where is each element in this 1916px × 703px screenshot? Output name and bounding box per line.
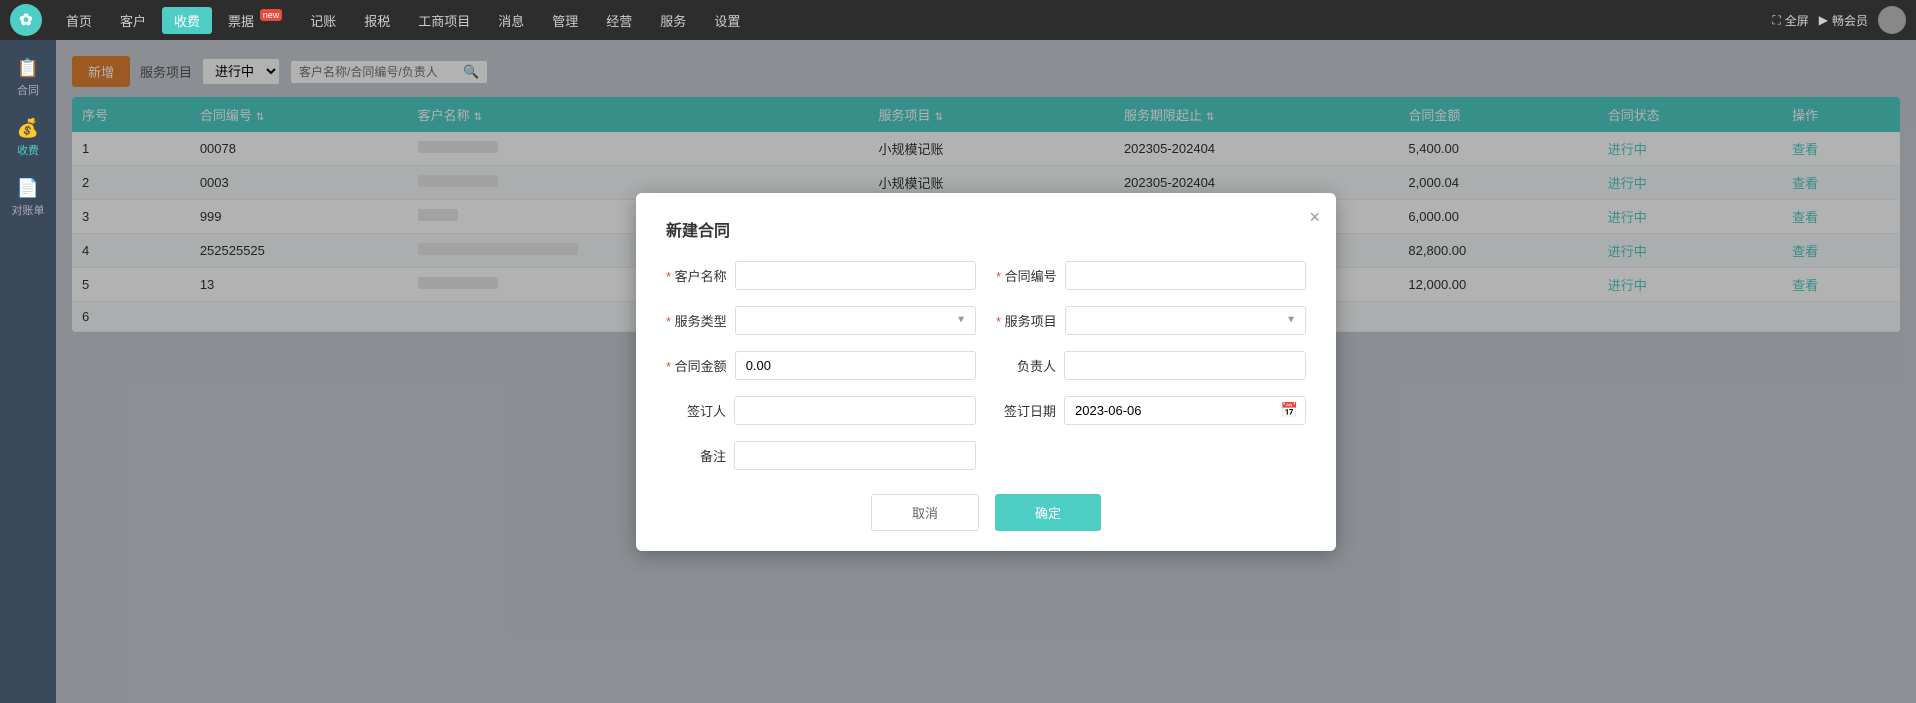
nav-operation[interactable]: 经营: [594, 7, 644, 34]
form-row-4: 签订人 签订日期 📅: [666, 396, 1306, 425]
nav-service[interactable]: 服务: [648, 7, 698, 34]
user-avatar[interactable]: [1878, 6, 1906, 34]
form-row-1: 客户名称 合同编号: [666, 261, 1306, 290]
sign-date-label: 签订日期: [996, 401, 1056, 420]
form-row-2: 服务类型 服务项目: [666, 306, 1306, 335]
nav-business[interactable]: 工商项目: [406, 7, 482, 34]
customer-name-input[interactable]: [735, 261, 976, 290]
nav-invoice[interactable]: 票据 new: [216, 7, 294, 34]
nav-fee[interactable]: 收费: [162, 7, 212, 34]
contract-icon: 📋: [17, 58, 39, 79]
form-row-3: 合同金额 负责人: [666, 351, 1306, 380]
member-button[interactable]: ▶ 畅会员: [1819, 12, 1868, 29]
nav-customer[interactable]: 客户: [108, 7, 158, 34]
nav-message[interactable]: 消息: [486, 7, 536, 34]
sidebar: 📋 合同 💰 收费 📄 对账单: [0, 40, 56, 703]
sidebar-item-fee[interactable]: 💰 收费: [2, 110, 54, 166]
field-notes: 备注: [666, 441, 976, 470]
modal-close-button[interactable]: ×: [1309, 207, 1320, 228]
field-responsible: 负责人: [996, 351, 1306, 380]
signer-input[interactable]: [734, 396, 976, 425]
form-row-5: 备注: [666, 441, 1306, 470]
nav-tax[interactable]: 报税: [352, 7, 402, 34]
sidebar-item-contract[interactable]: 📋 合同: [2, 50, 54, 106]
responsible-input[interactable]: [1064, 351, 1306, 380]
nav-bookkeeping[interactable]: 记账: [298, 7, 348, 34]
service-type-select-wrapper: [735, 306, 976, 335]
field-sign-date: 签订日期 📅: [996, 396, 1306, 425]
sign-date-wrapper: 📅: [1064, 396, 1306, 425]
field-contract-no: 合同编号: [996, 261, 1306, 290]
sidebar-item-statement[interactable]: 📄 对账单: [2, 170, 54, 226]
app-logo: ✿: [10, 4, 42, 36]
contract-no-label: 合同编号: [996, 266, 1057, 285]
contract-no-input[interactable]: [1065, 261, 1306, 290]
service-type-label: 服务类型: [666, 311, 727, 330]
calendar-icon[interactable]: 📅: [1281, 402, 1298, 419]
service-item-label: 服务项目: [996, 311, 1057, 330]
fullscreen-button[interactable]: ⛶ 全屏: [1772, 12, 1808, 29]
nav-settings[interactable]: 设置: [702, 7, 752, 34]
field-service-type: 服务类型: [666, 306, 976, 335]
modal-footer: 取消 确定: [666, 494, 1306, 531]
field-customer-name: 客户名称: [666, 261, 976, 290]
confirm-button[interactable]: 确定: [995, 494, 1101, 531]
modal-overlay: 新建合同 × 客户名称 合同编号 服务类型: [56, 40, 1916, 703]
content-area: 新增 服务项目 进行中 已完成 已终止 🔍 序号 合同编号⇅ 客户名称⇅: [56, 40, 1916, 703]
customer-name-label: 客户名称: [666, 266, 727, 285]
sign-date-input[interactable]: [1064, 396, 1306, 425]
new-badge: new: [260, 9, 283, 21]
contract-amount-input[interactable]: [735, 351, 976, 380]
signer-label: 签订人: [666, 401, 726, 420]
statement-icon: 📄: [17, 178, 39, 199]
field-signer: 签订人: [666, 396, 976, 425]
nav-manage[interactable]: 管理: [540, 7, 590, 34]
top-nav: ✿ 首页 客户 收费 票据 new 记账 报税 工商项目 消息 管理 经营 服务…: [0, 0, 1916, 40]
field-contract-amount: 合同金额: [666, 351, 976, 380]
service-item-select-wrapper: [1065, 306, 1306, 335]
notes-input[interactable]: [734, 441, 976, 470]
nav-right: ⛶ 全屏 ▶ 畅会员: [1772, 6, 1906, 34]
field-service-item: 服务项目: [996, 306, 1306, 335]
fee-icon: 💰: [17, 118, 39, 139]
new-contract-modal: 新建合同 × 客户名称 合同编号 服务类型: [636, 193, 1336, 551]
service-type-select[interactable]: [735, 306, 976, 335]
nav-home[interactable]: 首页: [54, 7, 104, 34]
service-item-select[interactable]: [1065, 306, 1306, 335]
modal-title: 新建合同: [666, 217, 1306, 241]
notes-label: 备注: [666, 446, 726, 465]
cancel-button[interactable]: 取消: [871, 494, 979, 531]
contract-amount-label: 合同金额: [666, 356, 727, 375]
responsible-label: 负责人: [996, 356, 1056, 375]
main-layout: 📋 合同 💰 收费 📄 对账单 新增 服务项目 进行中 已完成 已终止 🔍: [0, 40, 1916, 703]
